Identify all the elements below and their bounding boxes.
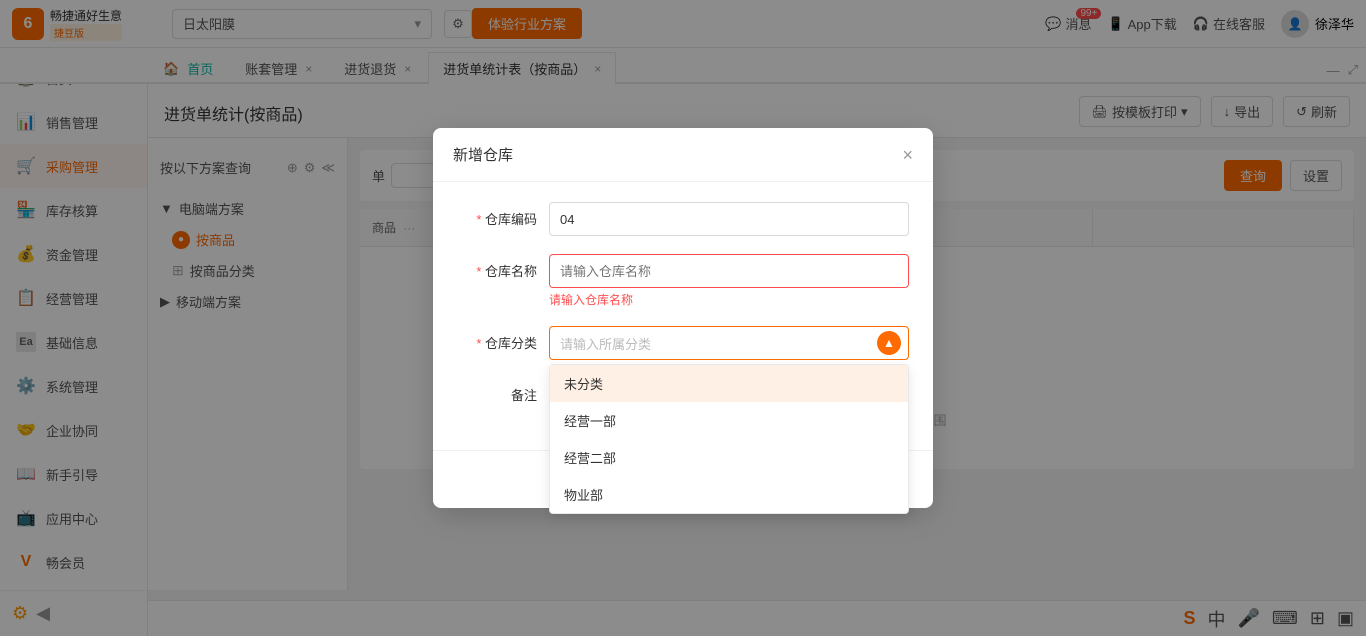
- dropdown-item-uncategorized[interactable]: 未分类: [550, 365, 908, 402]
- category-dropdown: 未分类 经营一部 经营二部 物业部: [549, 364, 909, 514]
- name-input[interactable]: [549, 254, 909, 288]
- modal-title: 新增仓库: [453, 144, 513, 165]
- modal-body: 仓库编码 仓库名称 请输入仓库名称 仓库分类 请输入所属分类: [433, 182, 933, 450]
- name-label: 仓库名称: [457, 254, 537, 280]
- form-row-name: 仓库名称 请输入仓库名称: [457, 254, 909, 308]
- form-row-category: 仓库分类 请输入所属分类 ▲ 未分类 经营一部 经营二部 物业部: [457, 326, 909, 360]
- add-warehouse-modal: 新增仓库 × 仓库编码 仓库名称 请输入仓库名称 仓库分类: [433, 128, 933, 508]
- category-label: 仓库分类: [457, 326, 537, 352]
- category-control: 请输入所属分类 ▲ 未分类 经营一部 经营二部 物业部: [549, 326, 909, 360]
- name-control: 请输入仓库名称: [549, 254, 909, 308]
- code-label: 仓库编码: [457, 202, 537, 228]
- category-input[interactable]: 请输入所属分类: [549, 326, 909, 360]
- name-error-message: 请输入仓库名称: [549, 291, 909, 308]
- note-label: 备注: [457, 378, 537, 404]
- code-control: [549, 202, 909, 236]
- dropdown-item-dept2[interactable]: 经营二部: [550, 439, 908, 476]
- modal-header: 新增仓库 ×: [433, 128, 933, 182]
- form-row-code: 仓库编码: [457, 202, 909, 236]
- modal-close-button[interactable]: ×: [902, 146, 913, 164]
- dropdown-item-dept3[interactable]: 物业部: [550, 476, 908, 513]
- category-arrow-icon[interactable]: ▲: [877, 331, 901, 355]
- code-input[interactable]: [549, 202, 909, 236]
- modal-overlay: 新增仓库 × 仓库编码 仓库名称 请输入仓库名称 仓库分类: [0, 0, 1366, 636]
- dropdown-item-dept1[interactable]: 经营一部: [550, 402, 908, 439]
